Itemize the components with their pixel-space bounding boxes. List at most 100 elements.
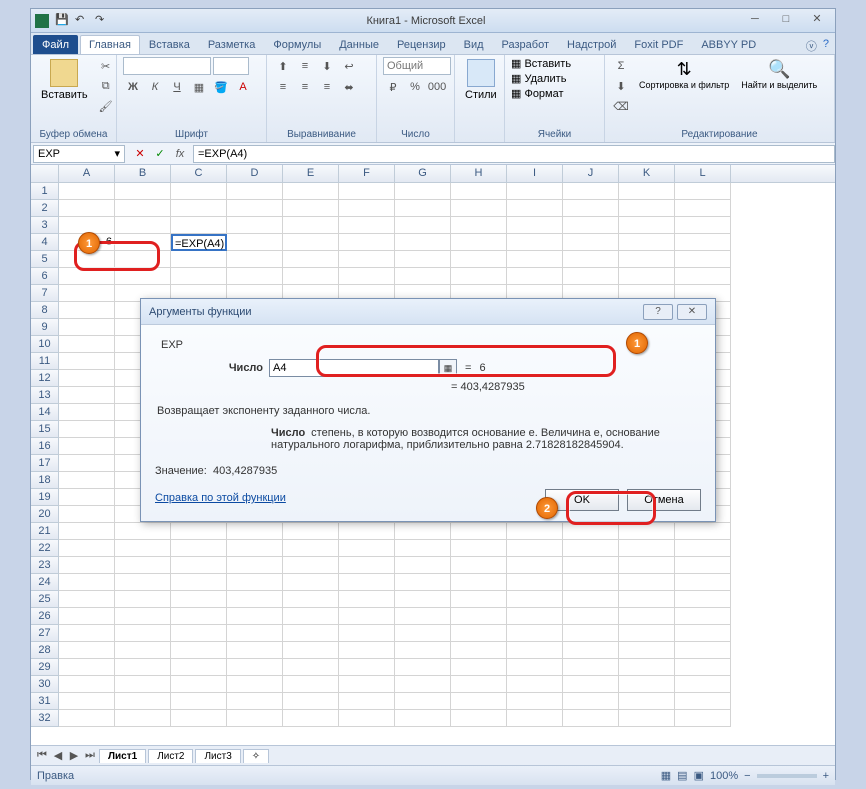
- cell[interactable]: [507, 540, 563, 557]
- cell[interactable]: [395, 591, 451, 608]
- cell[interactable]: [115, 217, 171, 234]
- row-header[interactable]: 5: [31, 251, 59, 268]
- cell[interactable]: [227, 557, 283, 574]
- col-header[interactable]: L: [675, 165, 731, 182]
- cell[interactable]: [115, 574, 171, 591]
- cell[interactable]: [59, 574, 115, 591]
- cell[interactable]: [451, 676, 507, 693]
- row-header[interactable]: 26: [31, 608, 59, 625]
- cell[interactable]: [171, 251, 227, 268]
- cell[interactable]: [339, 642, 395, 659]
- cell[interactable]: [395, 676, 451, 693]
- cell[interactable]: [619, 251, 675, 268]
- cell[interactable]: [563, 574, 619, 591]
- cell[interactable]: [675, 710, 731, 727]
- undo-icon[interactable]: ↶: [75, 13, 91, 29]
- cell[interactable]: [115, 234, 171, 251]
- next-sheet-icon[interactable]: ▶: [67, 749, 81, 762]
- close-button[interactable]: ✕: [803, 12, 831, 28]
- cell[interactable]: [115, 200, 171, 217]
- cell[interactable]: [59, 370, 115, 387]
- cell[interactable]: [115, 608, 171, 625]
- accept-formula-icon[interactable]: ✓: [151, 145, 169, 163]
- comma-icon[interactable]: 000: [427, 78, 447, 96]
- align-right-icon[interactable]: ≡: [317, 78, 337, 96]
- cell[interactable]: [395, 251, 451, 268]
- cell[interactable]: [395, 625, 451, 642]
- cell[interactable]: [507, 625, 563, 642]
- cell[interactable]: [227, 659, 283, 676]
- cell[interactable]: [339, 523, 395, 540]
- cell[interactable]: [339, 625, 395, 642]
- row-header[interactable]: 21: [31, 523, 59, 540]
- row-header[interactable]: 9: [31, 319, 59, 336]
- autosum-icon[interactable]: Σ: [611, 57, 631, 75]
- cell[interactable]: [171, 591, 227, 608]
- bold-icon[interactable]: Ж: [123, 78, 143, 96]
- cell[interactable]: [395, 217, 451, 234]
- fill-color-icon[interactable]: 🪣: [211, 78, 231, 96]
- cell[interactable]: [451, 557, 507, 574]
- cell[interactable]: [395, 710, 451, 727]
- cell[interactable]: [619, 234, 675, 251]
- cell[interactable]: [451, 540, 507, 557]
- tab-data[interactable]: Данные: [330, 35, 388, 54]
- cell[interactable]: [171, 557, 227, 574]
- zoom-in-icon[interactable]: +: [823, 770, 829, 782]
- cell[interactable]: [395, 557, 451, 574]
- cell[interactable]: [451, 574, 507, 591]
- col-header[interactable]: K: [619, 165, 675, 182]
- cell[interactable]: [115, 710, 171, 727]
- cell[interactable]: [171, 268, 227, 285]
- row-header[interactable]: 6: [31, 268, 59, 285]
- dialog-help-button[interactable]: ?: [643, 304, 673, 320]
- cell[interactable]: [395, 268, 451, 285]
- row-header[interactable]: 8: [31, 302, 59, 319]
- tab-insert[interactable]: Вставка: [140, 35, 199, 54]
- cell[interactable]: [227, 591, 283, 608]
- cell[interactable]: [115, 591, 171, 608]
- cell[interactable]: [563, 676, 619, 693]
- cell[interactable]: [339, 268, 395, 285]
- cell[interactable]: [395, 540, 451, 557]
- cell[interactable]: [115, 268, 171, 285]
- cell[interactable]: [451, 251, 507, 268]
- styles-button[interactable]: Стили: [461, 57, 501, 103]
- fx-icon[interactable]: fx: [171, 145, 189, 163]
- cell[interactable]: [563, 540, 619, 557]
- cell[interactable]: [451, 523, 507, 540]
- wrap-icon[interactable]: ↩: [339, 57, 359, 75]
- cell[interactable]: [227, 574, 283, 591]
- copy-icon[interactable]: ⧉: [96, 77, 116, 95]
- cell[interactable]: [227, 234, 283, 251]
- cell[interactable]: [115, 251, 171, 268]
- cell[interactable]: [619, 183, 675, 200]
- cell[interactable]: [227, 608, 283, 625]
- cell[interactable]: [59, 183, 115, 200]
- new-sheet-icon[interactable]: ✧: [243, 749, 269, 763]
- cell[interactable]: [283, 710, 339, 727]
- cell[interactable]: [563, 608, 619, 625]
- cell[interactable]: [115, 693, 171, 710]
- cell[interactable]: [563, 710, 619, 727]
- cell[interactable]: [395, 183, 451, 200]
- row-header[interactable]: 2: [31, 200, 59, 217]
- cell[interactable]: [395, 608, 451, 625]
- cells-format[interactable]: ▦ Формат: [511, 87, 564, 100]
- cell[interactable]: [115, 557, 171, 574]
- row-header[interactable]: 13: [31, 387, 59, 404]
- cell[interactable]: [227, 268, 283, 285]
- cell[interactable]: [675, 676, 731, 693]
- cell[interactable]: [507, 574, 563, 591]
- tab-addins[interactable]: Надстрой: [558, 35, 625, 54]
- view-layout-icon[interactable]: ▤: [677, 769, 687, 782]
- cell[interactable]: [59, 438, 115, 455]
- cell[interactable]: [171, 540, 227, 557]
- cell[interactable]: [507, 523, 563, 540]
- cell[interactable]: [563, 591, 619, 608]
- formula-input[interactable]: =EXP(A4): [193, 145, 835, 163]
- cell[interactable]: [339, 659, 395, 676]
- cell[interactable]: [59, 625, 115, 642]
- cell[interactable]: [675, 523, 731, 540]
- function-help-link[interactable]: Справка по этой функции: [155, 492, 286, 504]
